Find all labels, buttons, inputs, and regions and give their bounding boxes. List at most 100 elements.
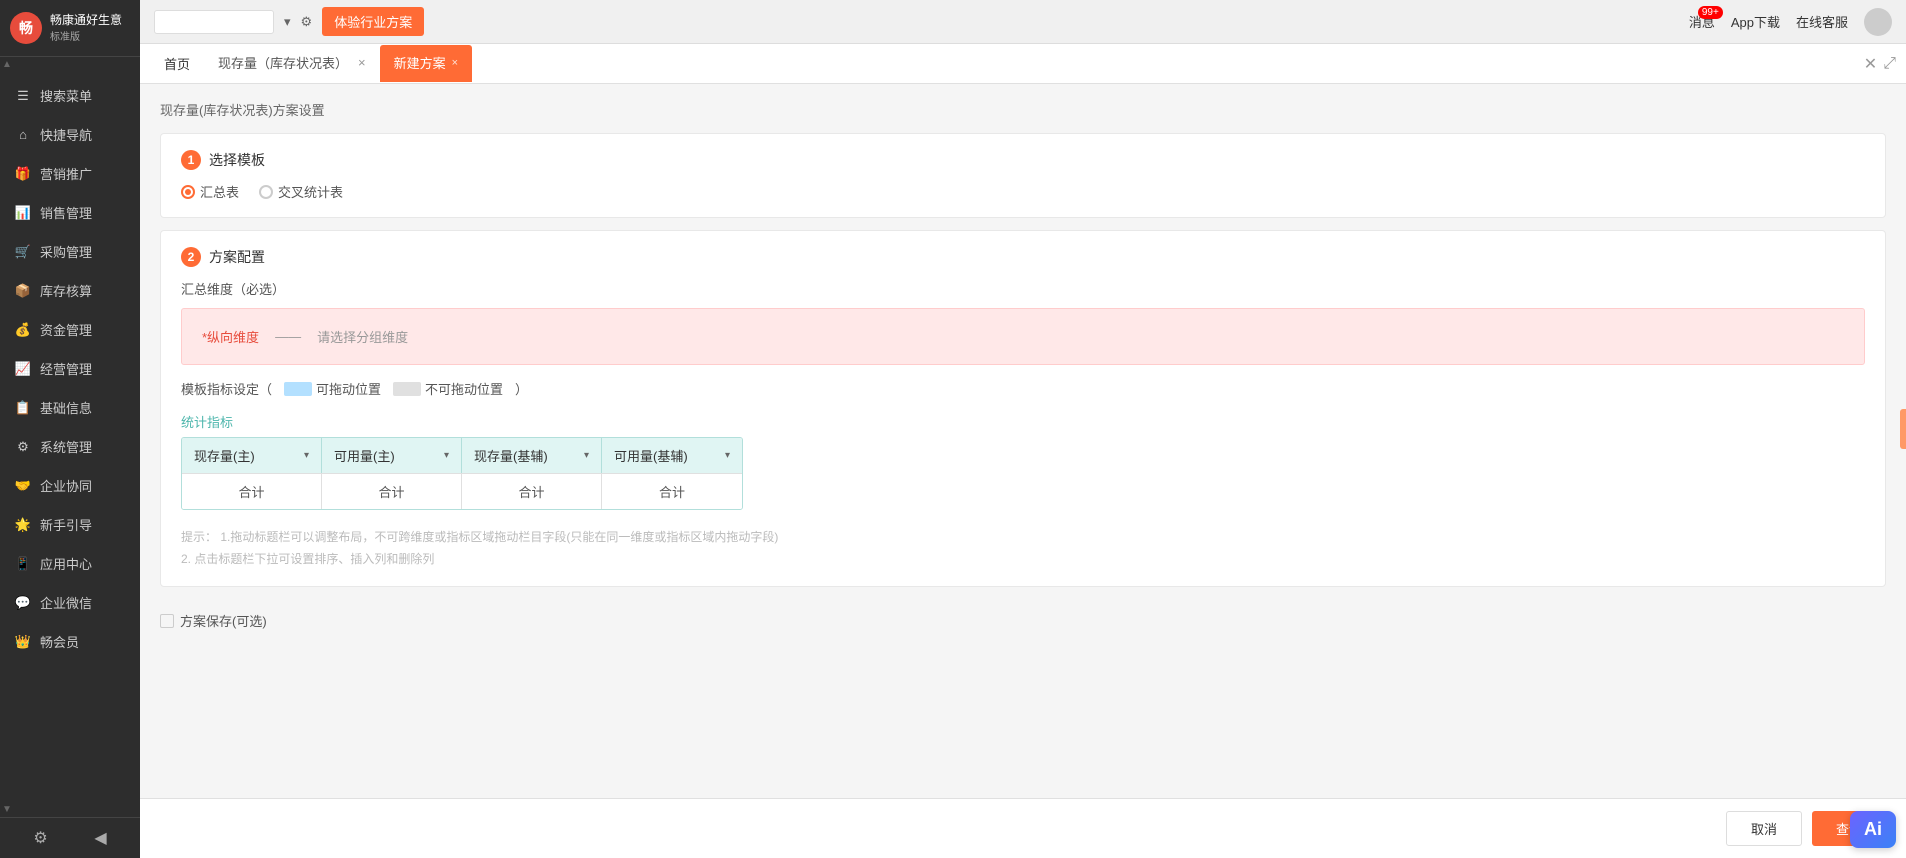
sidebar-bottom: ⚙ ◀	[0, 817, 140, 858]
tab-home[interactable]: 首页	[150, 46, 204, 81]
stats-table: 现存量(主) ▾ 可用量(主) ▾ 现存量(基辅) ▾ 可用量(基辅) ▾	[181, 437, 743, 510]
logo-icon: 畅	[10, 12, 42, 44]
tip-2: 2. 点击标题栏下拉可设置排序、插入列和删除列	[181, 549, 1865, 571]
chevron-down-col1-icon: ▾	[444, 450, 449, 461]
vertical-dimension-dash: ——	[275, 329, 301, 344]
app-download-link[interactable]: App下载	[1731, 12, 1780, 31]
tabs-right-controls: ✕ ⤢	[1864, 54, 1896, 74]
operations-icon: 📈	[14, 361, 32, 377]
sidebar-item-basic-info[interactable]: 📋 基础信息	[0, 388, 140, 427]
indicator-label-prefix: 模板指标设定（	[181, 379, 272, 398]
stats-data-col-0: 合计	[182, 473, 322, 509]
cancel-button[interactable]: 取消	[1726, 811, 1802, 846]
topbar-gear-icon[interactable]: ⚙	[301, 14, 313, 30]
vertical-dimension-required: *纵向维度	[202, 327, 259, 346]
sidebar-item-marketing[interactable]: 🎁 营销推广	[0, 154, 140, 193]
stats-data-col-1: 合计	[322, 473, 462, 509]
expand-panel-btn[interactable]: ⤢	[1883, 54, 1896, 74]
topbar: ▾ ⚙ 体验行业方案 消息 99+ App下载 在线客服	[140, 0, 1906, 44]
main-area: ▾ ⚙ 体验行业方案 消息 99+ App下载 在线客服 首页 现存量（库存状况…	[140, 0, 1906, 858]
chevron-down-col2-icon: ▾	[584, 450, 589, 461]
sidebar-item-finance[interactable]: 💰 资金管理	[0, 310, 140, 349]
home-icon: ⌂	[14, 127, 32, 142]
sidebar-item-newbie[interactable]: 🌟 新手引导	[0, 505, 140, 544]
sidebar-item-quick-nav[interactable]: ⌂ 快捷导航	[0, 115, 140, 154]
sidebar-item-system[interactable]: ⚙ 系统管理	[0, 427, 140, 466]
basic-info-icon: 📋	[14, 400, 32, 416]
step1-header: 1 选择模板	[181, 150, 1865, 170]
stats-header-col-1[interactable]: 可用量(主) ▾	[322, 438, 462, 473]
radio-circle-crosstab	[259, 185, 273, 199]
collapse-icon[interactable]: ◀	[94, 828, 106, 848]
sidebar-item-search-menu[interactable]: ☰ 搜索菜单	[0, 76, 140, 115]
sidebar-item-operations[interactable]: 📈 经营管理	[0, 349, 140, 388]
cart-icon: 🛒	[14, 244, 32, 260]
topbar-search-input[interactable]	[154, 10, 274, 34]
radio-circle-summary	[181, 185, 195, 199]
search-menu-icon: ☰	[14, 88, 32, 104]
ai-badge[interactable]: Ai	[1850, 811, 1896, 848]
sidebar-scroll-up[interactable]: ▲	[0, 57, 140, 72]
sidebar-item-inventory[interactable]: 📦 库存核算	[0, 271, 140, 310]
sidebar-item-cooperation[interactable]: 🤝 企业协同	[0, 466, 140, 505]
sidebar-item-purchase[interactable]: 🛒 采购管理	[0, 232, 140, 271]
gift-icon: 🎁	[14, 166, 32, 182]
logo-text: 畅康通好生意 标准版	[50, 13, 122, 44]
close-new-scheme-tab-icon[interactable]: ×	[452, 57, 458, 69]
message-badge: 99+	[1698, 6, 1723, 19]
sidebar-item-sales[interactable]: 📊 销售管理	[0, 193, 140, 232]
cooperation-icon: 🤝	[14, 478, 32, 494]
tab-new-scheme[interactable]: 新建方案 ×	[380, 45, 472, 82]
stats-header-col-0[interactable]: 现存量(主) ▾	[182, 438, 322, 473]
sidebar-logo: 畅 畅康通好生意 标准版	[0, 0, 140, 57]
tab-inventory-status[interactable]: 现存量（库存状况表） ×	[204, 45, 380, 82]
newbie-icon: 🌟	[14, 517, 32, 533]
save-option-row: 方案保存(可选)	[160, 599, 1886, 642]
sidebar: 畅 畅康通好生意 标准版 ▲ ☰ 搜索菜单 ⌂ 快捷导航 🎁 营销推广 📊 销售…	[0, 0, 140, 858]
stats-data-row: 合计 合计 合计 合计	[182, 473, 742, 509]
save-option-label: 方案保存(可选)	[180, 611, 267, 630]
radio-summary[interactable]: 汇总表	[181, 182, 239, 201]
footer: 取消 查询	[140, 798, 1906, 858]
sidebar-item-wechat[interactable]: 💬 企业微信	[0, 583, 140, 622]
wechat-icon: 💬	[14, 595, 32, 611]
stats-header-col-3[interactable]: 可用量(基辅) ▾	[602, 438, 742, 473]
draggable-label: 可拖动位置	[316, 379, 381, 398]
settings-icon[interactable]: ⚙	[33, 828, 47, 848]
radio-crosstab[interactable]: 交叉统计表	[259, 182, 343, 201]
sidebar-item-member[interactable]: 👑 畅会员	[0, 622, 140, 661]
dropdown-icon[interactable]: ▾	[284, 14, 291, 30]
sidebar-item-app-center[interactable]: 📱 应用中心	[0, 544, 140, 583]
save-option-checkbox[interactable]	[160, 614, 174, 628]
non-draggable-label: 不可拖动位置	[425, 379, 503, 398]
chevron-down-col0-icon: ▾	[304, 450, 309, 461]
experience-btn[interactable]: 体验行业方案	[322, 7, 424, 36]
dimension-row[interactable]: *纵向维度 —— 请选择分组维度	[181, 308, 1865, 365]
user-avatar[interactable]	[1864, 8, 1892, 36]
topbar-right: 消息 99+ App下载 在线客服	[1689, 8, 1892, 36]
stats-label: 统计指标	[181, 412, 1865, 431]
online-service-link[interactable]: 在线客服	[1796, 12, 1848, 31]
draggable-color-box	[284, 382, 312, 396]
step2-card: 2 方案配置 汇总维度（必选） *纵向维度 —— 请选择分组维度 模板指标设定（…	[160, 230, 1886, 587]
vertical-dimension-placeholder: 请选择分组维度	[317, 327, 408, 346]
non-draggable-color-box	[393, 382, 421, 396]
stats-header-col-2[interactable]: 现存量(基辅) ▾	[462, 438, 602, 473]
chevron-down-col3-icon: ▾	[725, 450, 730, 461]
page-title: 现存量(库存状况表)方案设置	[160, 100, 1886, 119]
non-draggable-tag: 不可拖动位置	[393, 379, 503, 398]
sidebar-scroll-down[interactable]: ▼	[0, 802, 140, 817]
indicator-label-suffix: ）	[515, 379, 528, 398]
indicator-row: 模板指标设定（ 可拖动位置 不可拖动位置 ）	[181, 379, 1865, 398]
topbar-messages[interactable]: 消息 99+	[1689, 12, 1715, 31]
close-inventory-tab-icon[interactable]: ×	[358, 55, 366, 70]
close-panel-btn[interactable]: ✕	[1864, 54, 1877, 74]
step1-title: 选择模板	[209, 150, 265, 170]
inventory-icon: 📦	[14, 283, 32, 299]
radio-dot-summary	[185, 189, 191, 195]
draggable-tag: 可拖动位置	[284, 379, 381, 398]
stats-header-row: 现存量(主) ▾ 可用量(主) ▾ 现存量(基辅) ▾ 可用量(基辅) ▾	[182, 438, 742, 473]
content-area: 现存量(库存状况表)方案设置 1 选择模板 汇总表 交叉统计表	[140, 84, 1906, 798]
step2-title: 方案配置	[209, 247, 265, 267]
template-radio-group: 汇总表 交叉统计表	[181, 182, 1865, 201]
